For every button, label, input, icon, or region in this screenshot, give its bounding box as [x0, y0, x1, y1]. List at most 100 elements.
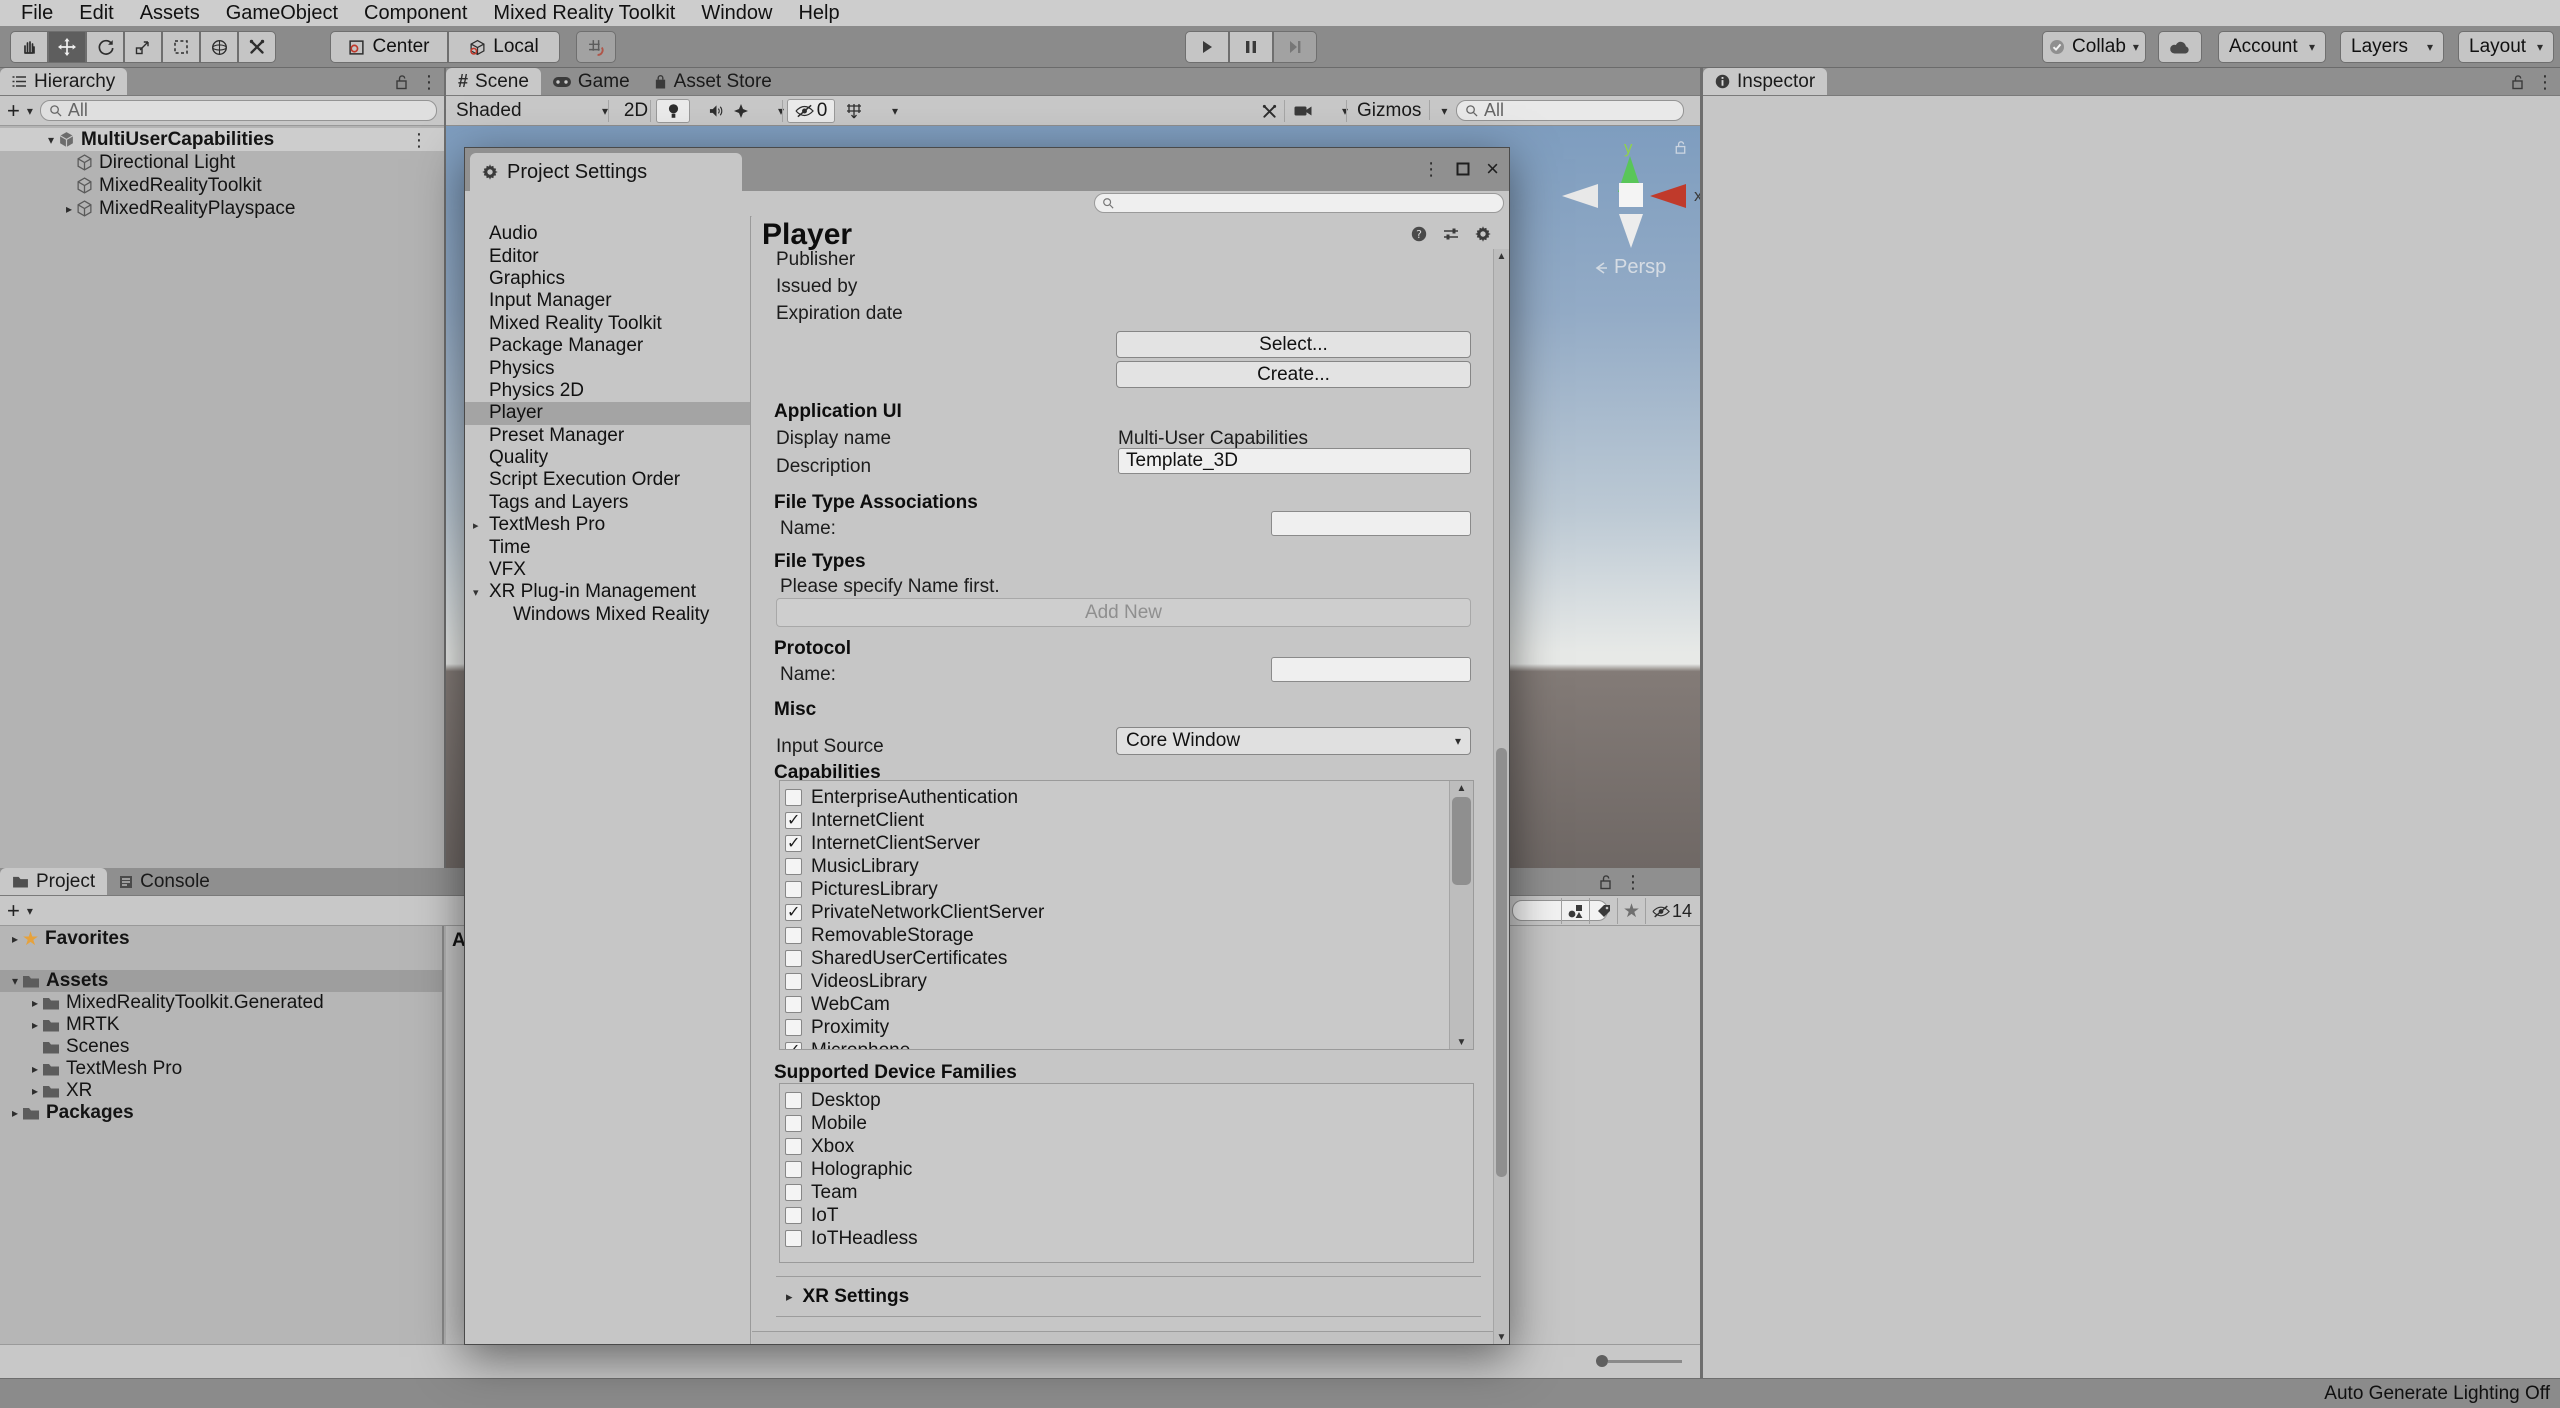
- gizmos-dropdown[interactable]: Gizmos ▾: [1351, 99, 1459, 123]
- maximize-icon[interactable]: [1456, 162, 1470, 176]
- tab-asset-store[interactable]: Asset Store: [642, 68, 784, 95]
- tab-game[interactable]: Game: [541, 68, 642, 95]
- hierarchy-root-row[interactable]: ▾ MultiUserCapabilities ⋮: [0, 128, 444, 151]
- move-tool-button[interactable]: [48, 31, 86, 63]
- rotate-tool-button[interactable]: [86, 31, 124, 63]
- window-menu-icon[interactable]: ⋮: [1422, 160, 1440, 178]
- settings-search-input[interactable]: [1094, 193, 1504, 213]
- kebab-menu-icon[interactable]: ⋮: [1624, 873, 1642, 891]
- gizmo-left-axis[interactable]: [1562, 184, 1598, 208]
- gizmo-lock-icon[interactable]: [1674, 140, 1687, 155]
- project-folder-row[interactable]: ▸ MixedRealityToolkit.Generated: [0, 992, 442, 1014]
- capability-row[interactable]: WebCam: [785, 993, 1473, 1016]
- camera-settings-dropdown[interactable]: ▾: [1288, 99, 1354, 123]
- select-certificate-button[interactable]: Select...: [1116, 331, 1471, 358]
- tab-scene[interactable]: # Scene: [446, 68, 541, 95]
- protocol-name-input[interactable]: [1271, 657, 1471, 682]
- scroll-up-icon[interactable]: ▲: [1450, 781, 1473, 795]
- checkbox[interactable]: [785, 973, 802, 990]
- checkbox[interactable]: [785, 1115, 802, 1132]
- settings-sidebar-item-time[interactable]: Time: [465, 536, 750, 558]
- tab-hierarchy[interactable]: Hierarchy: [0, 68, 128, 95]
- checkbox[interactable]: [785, 881, 802, 898]
- checkbox[interactable]: [785, 950, 802, 967]
- capability-row[interactable]: PicturesLibrary: [785, 878, 1473, 901]
- menu-edit[interactable]: Edit: [66, 0, 126, 26]
- hierarchy-item-row[interactable]: Directional Light: [0, 151, 444, 174]
- capabilities-scrollbar[interactable]: ▲ ▼: [1449, 781, 1473, 1049]
- settings-sidebar-item-textmesh-pro[interactable]: ▸ TextMesh Pro: [465, 514, 750, 536]
- component-tools-button[interactable]: [1246, 99, 1292, 123]
- help-icon[interactable]: ?: [1411, 226, 1427, 242]
- settings-sidebar-item-windows-mixed-reality[interactable]: Windows Mixed Reality: [465, 604, 750, 626]
- checkbox[interactable]: [785, 902, 802, 922]
- settings-sidebar-item-audio[interactable]: Audio: [465, 223, 750, 245]
- checkbox[interactable]: [785, 810, 802, 830]
- checkbox[interactable]: [785, 1230, 802, 1247]
- grid-visibility-dropdown[interactable]: ▾: [840, 99, 904, 123]
- scroll-thumb[interactable]: [1496, 748, 1507, 1177]
- capability-row[interactable]: Proximity: [785, 1016, 1473, 1039]
- settings-sidebar-item-editor[interactable]: Editor: [465, 245, 750, 267]
- auto-generate-lighting-status[interactable]: Auto Generate Lighting Off: [2324, 1383, 2550, 1405]
- input-source-dropdown[interactable]: Core Window ▾: [1116, 727, 1471, 755]
- grid-snap-button[interactable]: [576, 31, 616, 63]
- scene-search-input[interactable]: All: [1456, 100, 1684, 121]
- transform-tool-button[interactable]: [200, 31, 238, 63]
- xr-settings-foldout[interactable]: ▸ XR Settings: [776, 1276, 1481, 1317]
- add-object-button[interactable]: +: [7, 99, 20, 122]
- lock-icon[interactable]: [1599, 874, 1612, 890]
- checkbox[interactable]: [785, 1184, 802, 1201]
- settings-sidebar-item-mixed-reality-toolkit[interactable]: Mixed Reality Toolkit: [465, 313, 750, 335]
- settings-sidebar-item-preset-manager[interactable]: Preset Manager: [465, 425, 750, 447]
- tab-project[interactable]: Project: [0, 868, 108, 895]
- project-favorites-row[interactable]: ▸ ★ Favorites: [0, 928, 442, 950]
- project-packages-row[interactable]: ▸ Packages: [0, 1102, 442, 1124]
- checkbox[interactable]: [785, 858, 802, 875]
- filter-by-type-button[interactable]: [1561, 898, 1589, 924]
- checkbox[interactable]: [785, 1040, 802, 1049]
- capability-row[interactable]: RemovableStorage: [785, 924, 1473, 947]
- checkbox[interactable]: [785, 1138, 802, 1155]
- device-family-row[interactable]: Team: [785, 1181, 1473, 1204]
- rect-tool-button[interactable]: [162, 31, 200, 63]
- layers-dropdown[interactable]: Layers ▾: [2340, 31, 2444, 63]
- menu-component[interactable]: Component: [351, 0, 480, 26]
- checkbox[interactable]: [785, 927, 802, 944]
- preset-icon[interactable]: [1443, 227, 1459, 241]
- effects-dropdown[interactable]: ▾: [728, 99, 790, 123]
- hierarchy-item-row[interactable]: MixedRealityToolkit: [0, 174, 444, 197]
- menu-mixed-reality-toolkit[interactable]: Mixed Reality Toolkit: [480, 0, 688, 26]
- capability-row[interactable]: InternetClientServer: [785, 832, 1473, 855]
- kebab-menu-icon[interactable]: ⋮: [2536, 73, 2554, 91]
- settings-sidebar-item-package-manager[interactable]: Package Manager: [465, 335, 750, 357]
- scroll-down-icon[interactable]: ▼: [1450, 1035, 1473, 1049]
- scroll-up-icon[interactable]: ▲: [1494, 249, 1509, 263]
- device-family-row[interactable]: IoTHeadless: [785, 1227, 1473, 1250]
- settings-sidebar-item-input-manager[interactable]: Input Manager: [465, 290, 750, 312]
- hierarchy-item-row[interactable]: ▸ MixedRealityPlayspace: [0, 197, 444, 220]
- tab-inspector[interactable]: Inspector: [1703, 68, 1828, 95]
- add-new-file-type-button[interactable]: Add New: [776, 598, 1471, 627]
- scale-tool-button[interactable]: [124, 31, 162, 63]
- settings-window-tab[interactable]: Project Settings: [470, 153, 742, 191]
- description-input[interactable]: Template_3D: [1118, 448, 1471, 474]
- settings-sidebar-item-xr-plug-in-management[interactable]: ▾ XR Plug-in Management: [465, 581, 750, 603]
- settings-sidebar-item-script-execution-order[interactable]: Script Execution Order: [465, 469, 750, 491]
- scroll-down-icon[interactable]: ▼: [1494, 1330, 1509, 1344]
- capability-row[interactable]: SharedUserCertificates: [785, 947, 1473, 970]
- settings-sidebar-item-physics-2d[interactable]: Physics 2D: [465, 380, 750, 402]
- gizmo-center-cube[interactable]: [1619, 183, 1643, 207]
- hidden-packages-toggle[interactable]: 14: [1645, 898, 1698, 924]
- projection-toggle[interactable]: Persp: [1594, 256, 1666, 279]
- project-assets-row[interactable]: ▾ Assets: [0, 970, 442, 992]
- settings-scrollbar[interactable]: ▲ ▼: [1493, 249, 1509, 1344]
- device-family-row[interactable]: Mobile: [785, 1112, 1473, 1135]
- settings-sidebar-item-graphics[interactable]: Graphics: [465, 268, 750, 290]
- device-family-row[interactable]: IoT: [785, 1204, 1473, 1227]
- device-family-row[interactable]: Xbox: [785, 1135, 1473, 1158]
- settings-sidebar-item-tags-and-layers[interactable]: Tags and Layers: [465, 492, 750, 514]
- create-certificate-button[interactable]: Create...: [1116, 361, 1471, 388]
- gear-icon[interactable]: [1475, 226, 1491, 242]
- project-folder-row[interactable]: ▸ TextMesh Pro: [0, 1058, 442, 1080]
